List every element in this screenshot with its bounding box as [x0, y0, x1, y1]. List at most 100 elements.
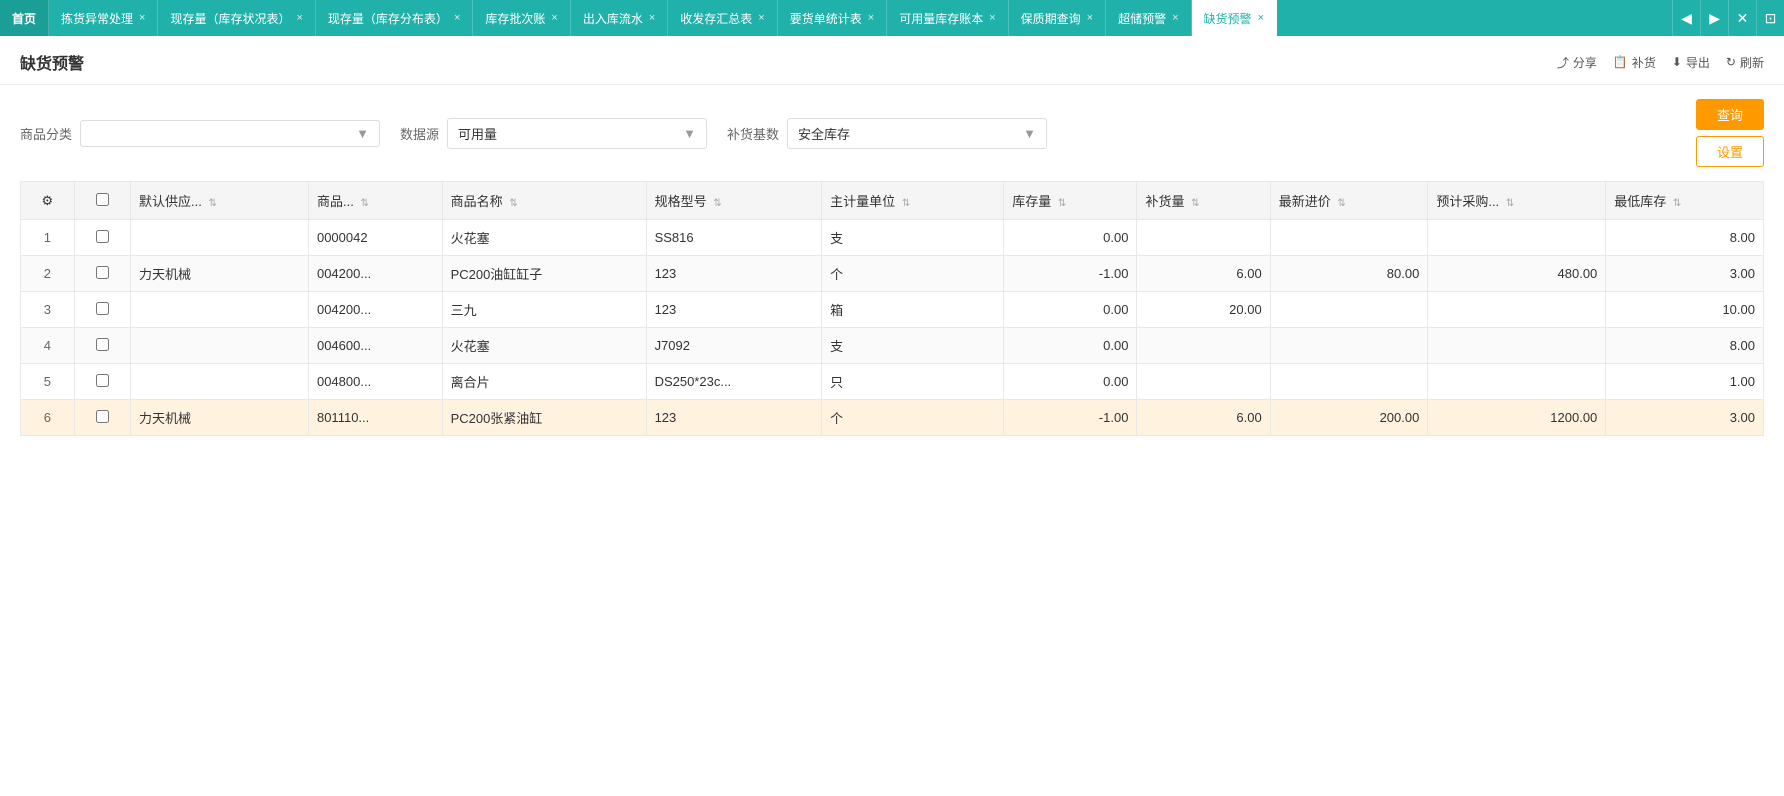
- row-product-code-5: 004800...: [308, 364, 442, 400]
- close-tab-abnormal[interactable]: ×: [139, 12, 145, 24]
- row-select-checkbox-3[interactable]: [96, 302, 109, 315]
- row-num-6: 6: [21, 400, 75, 436]
- datasource-filter-group: 数据源 可用量 ▼: [400, 118, 707, 149]
- row-est-purchase-1: [1428, 220, 1606, 256]
- row-product-code-2: 004200...: [308, 256, 442, 292]
- export-button[interactable]: ⬇ 导出: [1672, 54, 1710, 71]
- col-product-code[interactable]: 商品... ⇅: [308, 182, 442, 220]
- row-product-code-3: 004200...: [308, 292, 442, 328]
- tab-recv-total[interactable]: 收发存汇总表 ×: [668, 0, 777, 36]
- row-product-code-6: 801110...: [308, 400, 442, 436]
- row-checkbox-3[interactable]: [74, 292, 130, 328]
- col-spec[interactable]: 规格型号 ⇅: [646, 182, 822, 220]
- row-est-purchase-6: 1200.00: [1428, 400, 1606, 436]
- row-replenish-qty-3: 20.00: [1137, 292, 1270, 328]
- query-button[interactable]: 查询: [1696, 99, 1764, 130]
- close-tab-overstock[interactable]: ×: [1172, 12, 1178, 24]
- tab-prev-button[interactable]: ◀: [1672, 0, 1700, 36]
- close-tab-recv-total[interactable]: ×: [758, 12, 764, 24]
- table-body: 1 0000042 火花塞 SS816 支 0.00 8.00 2 力天机械 0…: [21, 220, 1764, 436]
- tab-nav-buttons: ◀ ▶ ✕ ⊡: [1672, 0, 1784, 36]
- row-spec-4: J7092: [646, 328, 822, 364]
- row-est-purchase-2: 480.00: [1428, 256, 1606, 292]
- datasource-filter-label: 数据源: [400, 124, 439, 143]
- col-product-name[interactable]: 商品名称 ⇅: [442, 182, 646, 220]
- tab-inventory-status[interactable]: 现存量（库存状况表） ×: [158, 0, 315, 36]
- row-select-checkbox-2[interactable]: [96, 266, 109, 279]
- row-num-3: 3: [21, 292, 75, 328]
- col-default-supplier[interactable]: 默认供应... ⇅: [131, 182, 309, 220]
- close-tab-inout-flow[interactable]: ×: [649, 12, 655, 24]
- share-button[interactable]: ⤴ 分享: [1557, 54, 1597, 71]
- select-all-checkbox[interactable]: [96, 193, 109, 206]
- sort-spec-icon: ⇅: [713, 198, 721, 209]
- replenish-basis-select[interactable]: 安全库存 ▼: [787, 118, 1047, 149]
- close-tab-order-stats[interactable]: ×: [868, 12, 874, 24]
- refresh-button[interactable]: ↻ 刷新: [1726, 54, 1764, 71]
- header-actions: ⤴ 分享 📋 补货 ⬇ 导出 ↻ 刷新: [1557, 54, 1764, 71]
- tab-maximize-button[interactable]: ⊡: [1756, 0, 1784, 36]
- category-select[interactable]: ▼: [80, 120, 380, 147]
- close-tab-inventory-dist[interactable]: ×: [454, 12, 460, 24]
- tab-available-ledger[interactable]: 可用量库存账本 ×: [887, 0, 1008, 36]
- col-unit[interactable]: 主计量单位 ⇅: [822, 182, 1004, 220]
- row-spec-6: 123: [646, 400, 822, 436]
- row-select-checkbox-6[interactable]: [96, 410, 109, 423]
- table-container: ⚙ 默认供应... ⇅ 商品... ⇅ 商品名称 ⇅: [0, 181, 1784, 436]
- row-default-supplier-4: [131, 328, 309, 364]
- close-tab-available-ledger[interactable]: ×: [989, 12, 995, 24]
- col-latest-price[interactable]: 最新进价 ⇅: [1270, 182, 1428, 220]
- tab-expiry-query[interactable]: 保质期查询 ×: [1009, 0, 1106, 36]
- tab-shortage[interactable]: 缺货预警 ×: [1192, 0, 1277, 36]
- close-tab-expiry-query[interactable]: ×: [1087, 12, 1093, 24]
- tab-order-stats[interactable]: 要货单统计表 ×: [778, 0, 887, 36]
- shortage-table: ⚙ 默认供应... ⇅ 商品... ⇅ 商品名称 ⇅: [20, 181, 1764, 436]
- export-icon: ⬇: [1672, 55, 1682, 69]
- close-tab-batch-account[interactable]: ×: [551, 12, 557, 24]
- tab-batch-account[interactable]: 库存批次账 ×: [473, 0, 570, 36]
- close-tab-shortage[interactable]: ×: [1258, 12, 1264, 24]
- tab-next-button[interactable]: ▶: [1700, 0, 1728, 36]
- row-checkbox-6[interactable]: [74, 400, 130, 436]
- col-est-purchase[interactable]: 预计采购... ⇅: [1428, 182, 1606, 220]
- row-unit-2: 个: [822, 256, 1004, 292]
- tab-abnormal[interactable]: 拣货异常处理 ×: [49, 0, 158, 36]
- replenish-basis-select-value: 安全库存: [798, 124, 1015, 143]
- row-min-stock-6: 3.00: [1606, 400, 1764, 436]
- datasource-select-value: 可用量: [458, 124, 675, 143]
- close-tab-inventory-status[interactable]: ×: [296, 12, 302, 24]
- row-spec-3: 123: [646, 292, 822, 328]
- tab-inventory-dist[interactable]: 现存量（库存分布表） ×: [316, 0, 473, 36]
- tab-home[interactable]: 首页: [0, 0, 49, 36]
- row-checkbox-2[interactable]: [74, 256, 130, 292]
- row-checkbox-1[interactable]: [74, 220, 130, 256]
- settings-button[interactable]: 设置: [1696, 136, 1764, 167]
- col-settings[interactable]: ⚙: [21, 182, 75, 220]
- row-replenish-qty-6: 6.00: [1137, 400, 1270, 436]
- tab-close-all-button[interactable]: ✕: [1728, 0, 1756, 36]
- refresh-icon: ↻: [1726, 55, 1736, 69]
- row-min-stock-2: 3.00: [1606, 256, 1764, 292]
- category-filter-label: 商品分类: [20, 124, 72, 143]
- col-min-stock[interactable]: 最低库存 ⇅: [1606, 182, 1764, 220]
- row-replenish-qty-4: [1137, 328, 1270, 364]
- main-content: 缺货预警 ⤴ 分享 📋 补货 ⬇ 导出 ↻ 刷新 商品分类: [0, 36, 1784, 796]
- row-default-supplier-1: [131, 220, 309, 256]
- datasource-select[interactable]: 可用量 ▼: [447, 118, 707, 149]
- tab-overstock[interactable]: 超储预警 ×: [1106, 0, 1191, 36]
- row-checkbox-5[interactable]: [74, 364, 130, 400]
- row-product-name-4: 火花塞: [442, 328, 646, 364]
- col-stock-qty[interactable]: 库存量 ⇅: [1004, 182, 1137, 220]
- row-select-checkbox-4[interactable]: [96, 338, 109, 351]
- table-row: 4 004600... 火花塞 J7092 支 0.00 8.00: [21, 328, 1764, 364]
- row-product-code-1: 0000042: [308, 220, 442, 256]
- row-select-checkbox-1[interactable]: [96, 230, 109, 243]
- row-unit-3: 箱: [822, 292, 1004, 328]
- col-replenish-qty[interactable]: 补货量 ⇅: [1137, 182, 1270, 220]
- row-select-checkbox-5[interactable]: [96, 374, 109, 387]
- tab-inout-flow[interactable]: 出入库流水 ×: [571, 0, 668, 36]
- row-checkbox-4[interactable]: [74, 328, 130, 364]
- replenish-button[interactable]: 📋 补货: [1613, 54, 1656, 71]
- table-header-row: ⚙ 默认供应... ⇅ 商品... ⇅ 商品名称 ⇅: [21, 182, 1764, 220]
- replenish-basis-filter-group: 补货基数 安全库存 ▼: [727, 118, 1047, 149]
